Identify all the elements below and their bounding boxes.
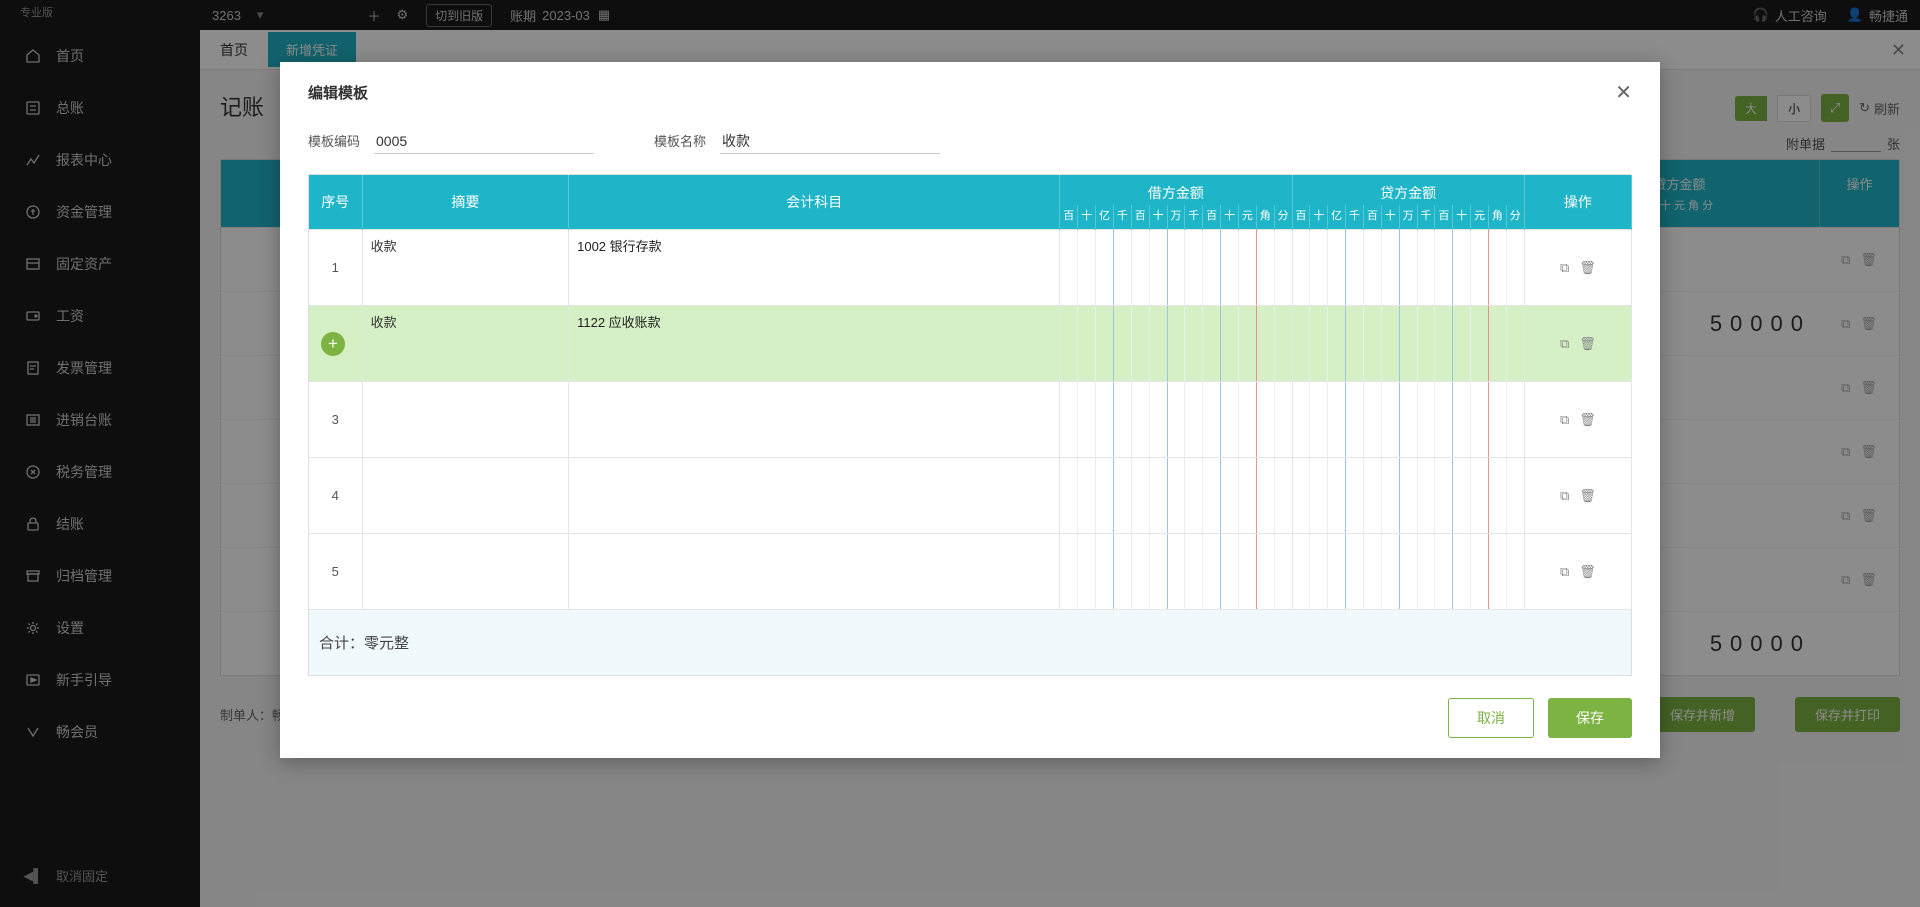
th-subject: 会计科目 <box>569 175 1060 230</box>
debit-cells[interactable] <box>1060 230 1292 306</box>
row-summary[interactable]: 收款 <box>362 230 569 306</box>
debit-cells[interactable] <box>1060 306 1292 382</box>
digit-header: 千 <box>1113 205 1131 230</box>
row-subject[interactable] <box>569 382 1060 458</box>
row-ops: ⧉🗑 <box>1524 306 1631 382</box>
debit-cells[interactable] <box>1060 458 1292 534</box>
row-index: 5 <box>309 534 363 610</box>
digit-header: 百 <box>1131 205 1149 230</box>
copy-row-icon[interactable]: ⧉ <box>1560 488 1569 503</box>
delete-row-icon[interactable]: 🗑 <box>1579 412 1596 427</box>
digit-header: 十 <box>1149 205 1167 230</box>
table-row[interactable]: 4⧉🗑 <box>309 458 1632 534</box>
sum-debit <box>1060 610 1292 676</box>
row-index: 3 <box>309 382 363 458</box>
digit-header: 百 <box>1292 205 1310 230</box>
table-row[interactable]: 3⧉🗑 <box>309 382 1632 458</box>
add-row-button[interactable]: + <box>321 332 345 356</box>
row-subject[interactable] <box>569 458 1060 534</box>
digit-header: 百 <box>1363 205 1381 230</box>
copy-row-icon[interactable]: ⧉ <box>1560 260 1569 275</box>
debit-cells[interactable] <box>1060 382 1292 458</box>
sum-op <box>1524 610 1631 676</box>
sum-label: 合计：零元整 <box>309 610 1060 676</box>
digit-header: 十 <box>1453 205 1471 230</box>
digit-header: 百 <box>1060 205 1078 230</box>
th-credit: 贷方金额 <box>1292 175 1524 206</box>
digit-header: 千 <box>1346 205 1364 230</box>
digit-header: 十 <box>1078 205 1096 230</box>
digit-header: 十 <box>1310 205 1328 230</box>
row-ops: ⧉🗑 <box>1524 458 1631 534</box>
digit-header: 分 <box>1274 205 1292 230</box>
table-row[interactable]: +收款1122 应收账款⧉🗑 <box>309 306 1632 382</box>
template-code-label: 模板编码 <box>308 131 360 150</box>
digit-header: 元 <box>1238 205 1256 230</box>
th-op: 操作 <box>1524 175 1631 230</box>
row-summary[interactable]: 收款 <box>362 306 569 382</box>
row-index: + <box>309 306 363 382</box>
th-index: 序号 <box>309 175 363 230</box>
debit-cells[interactable] <box>1060 534 1292 610</box>
copy-row-icon[interactable]: ⧉ <box>1560 564 1569 579</box>
digit-header: 万 <box>1167 205 1185 230</box>
row-summary[interactable] <box>362 382 569 458</box>
digit-header: 百 <box>1203 205 1221 230</box>
table-row[interactable]: 5⧉🗑 <box>309 534 1632 610</box>
credit-cells[interactable] <box>1292 306 1524 382</box>
delete-row-icon[interactable]: 🗑 <box>1579 488 1596 503</box>
digit-header: 角 <box>1488 205 1506 230</box>
template-name-input[interactable] <box>720 129 940 154</box>
delete-row-icon[interactable]: 🗑 <box>1579 564 1596 579</box>
template-table: 序号 摘要 会计科目 借方金额 贷方金额 操作 百十亿千百十万千百十元角分百十亿… <box>308 174 1632 676</box>
row-summary[interactable] <box>362 534 569 610</box>
row-ops: ⧉🗑 <box>1524 534 1631 610</box>
digit-header: 元 <box>1471 205 1489 230</box>
table-row[interactable]: 1收款1002 银行存款⧉🗑 <box>309 230 1632 306</box>
digit-header: 千 <box>1185 205 1203 230</box>
row-ops: ⧉🗑 <box>1524 382 1631 458</box>
template-code-input[interactable] <box>374 129 594 154</box>
delete-row-icon[interactable]: 🗑 <box>1579 336 1596 351</box>
th-summary: 摘要 <box>362 175 569 230</box>
digit-header: 十 <box>1221 205 1239 230</box>
row-subject[interactable] <box>569 534 1060 610</box>
digit-header: 万 <box>1399 205 1417 230</box>
row-index: 1 <box>309 230 363 306</box>
digit-header: 十 <box>1381 205 1399 230</box>
copy-row-icon[interactable]: ⧉ <box>1560 336 1569 351</box>
digit-header: 角 <box>1256 205 1274 230</box>
credit-cells[interactable] <box>1292 458 1524 534</box>
row-index: 4 <box>309 458 363 534</box>
digit-header: 百 <box>1435 205 1453 230</box>
copy-row-icon[interactable]: ⧉ <box>1560 412 1569 427</box>
credit-cells[interactable] <box>1292 382 1524 458</box>
digit-header: 分 <box>1506 205 1524 230</box>
row-summary[interactable] <box>362 458 569 534</box>
digit-header: 亿 <box>1328 205 1346 230</box>
row-subject[interactable]: 1122 应收账款 <box>569 306 1060 382</box>
credit-cells[interactable] <box>1292 230 1524 306</box>
cancel-button[interactable]: 取消 <box>1448 698 1534 738</box>
save-button[interactable]: 保存 <box>1548 698 1632 738</box>
row-subject[interactable]: 1002 银行存款 <box>569 230 1060 306</box>
modal-title: 编辑模板 <box>308 82 368 103</box>
template-name-label: 模板名称 <box>654 131 706 150</box>
row-ops: ⧉🗑 <box>1524 230 1631 306</box>
edit-template-modal: 编辑模板 ✕ 模板编码 模板名称 序号 摘要 会计科目 借方金额 贷方金额 <box>280 62 1660 758</box>
digit-header: 千 <box>1417 205 1435 230</box>
credit-cells[interactable] <box>1292 534 1524 610</box>
th-debit: 借方金额 <box>1060 175 1292 206</box>
close-icon[interactable]: ✕ <box>1615 80 1632 105</box>
sum-credit <box>1292 610 1524 676</box>
delete-row-icon[interactable]: 🗑 <box>1579 260 1596 275</box>
digit-header: 亿 <box>1096 205 1114 230</box>
